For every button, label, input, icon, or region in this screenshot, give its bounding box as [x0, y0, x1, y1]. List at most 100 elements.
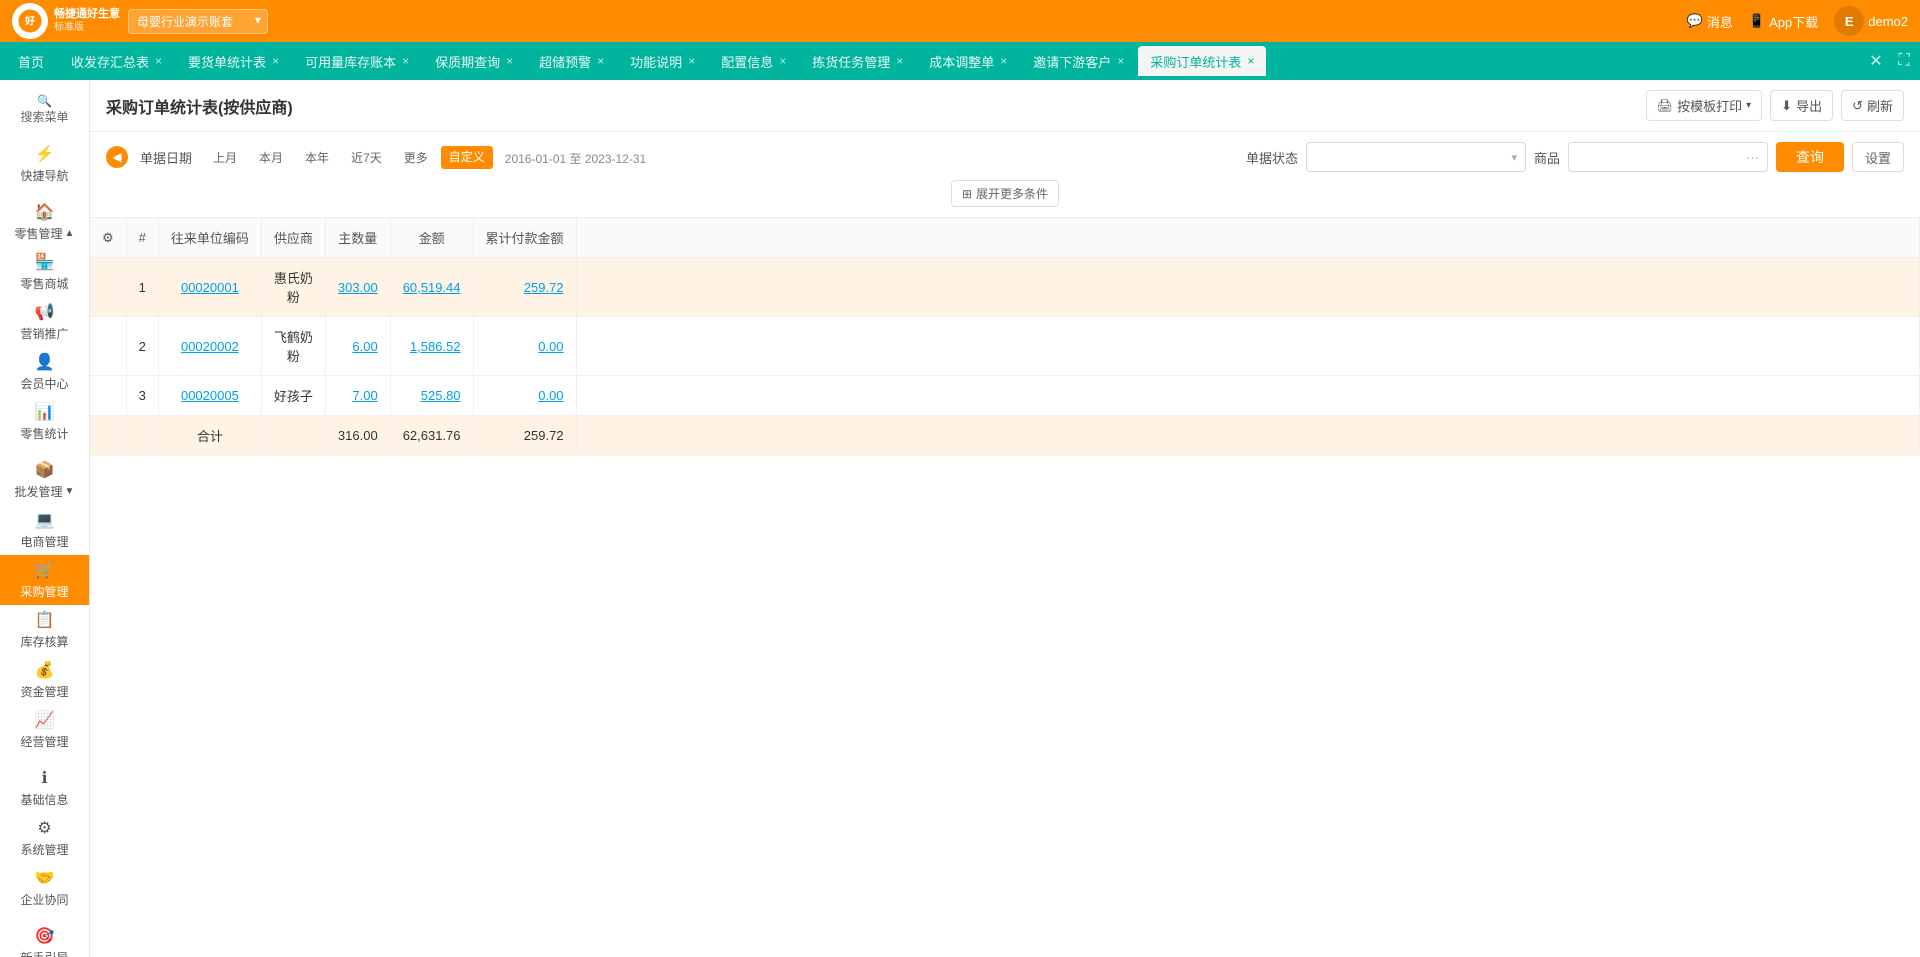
cell-supplier-code[interactable]: 00020002: [158, 317, 261, 376]
tab-home[interactable]: 首页: [4, 52, 58, 71]
sidebar-item-lingshouguan[interactable]: 🏠 零售管理 ▲: [0, 197, 89, 247]
sidebar-item-shortcut[interactable]: ⚡ 快捷导航: [0, 139, 89, 189]
xinshouyindao-icon: 🎯: [35, 926, 55, 946]
goods-more-icon[interactable]: ···: [1746, 150, 1759, 165]
tab-close-baobaoqixianchaxun[interactable]: ×: [506, 54, 513, 68]
user-avatar-area[interactable]: E demo2: [1834, 6, 1908, 36]
tab-peihuorenwuguanli[interactable]: 拣货任务管理 ×: [800, 46, 915, 76]
shortcut-this-month[interactable]: 本月: [250, 146, 292, 169]
cell-gear: [90, 317, 126, 376]
tab-keyongliangkucunzhangben[interactable]: 可用量库存账本 ×: [293, 46, 421, 76]
setting-btn[interactable]: 设置: [1852, 142, 1904, 172]
top-right: 💬 消息 📱 App下载 E demo2: [1687, 6, 1908, 36]
tab-close-peizhi[interactable]: ×: [779, 54, 786, 68]
sidebar: 🔍 搜索菜单 ⚡ 快捷导航 🏠 零售管理 ▲ 🏪 零售商城 📢 营销推广 👤 会…: [0, 80, 90, 957]
template-print-btn[interactable]: 🖨 按模板打印 ▾: [1646, 90, 1763, 121]
workspace-selector[interactable]: 母婴行业演示账套: [128, 9, 268, 34]
cell-cumulative-paid[interactable]: 0.00: [473, 317, 576, 376]
sidebar-item-jichuxinxi[interactable]: ℹ 基础信息: [0, 763, 89, 813]
tab-baobaoqixianchaxun[interactable]: 保质期查询 ×: [423, 46, 525, 76]
tab-chengbentiaozhen[interactable]: 成本调整单 ×: [917, 46, 1019, 76]
refresh-btn[interactable]: ↺ 刷新: [1841, 90, 1904, 121]
sidebar-item-caigouguanli[interactable]: 🛒 采购管理: [0, 555, 89, 605]
cell-spacer: [576, 258, 1919, 317]
tab-shoufahuihzong[interactable]: 收发存汇总表 ×: [59, 46, 174, 76]
cell-amount[interactable]: 1,586.52: [390, 317, 473, 376]
cell-supplier-code[interactable]: 00020005: [158, 376, 261, 416]
cell-cumulative-paid[interactable]: 0.00: [473, 376, 576, 416]
sidebar-item-xinshouyindao[interactable]: 🎯 新手引导: [0, 921, 89, 957]
cell-main-qty[interactable]: 303.00: [325, 258, 390, 317]
tab-close-caigoudantongjibiao[interactable]: ×: [1247, 54, 1254, 68]
status-label: 单据状态: [1246, 148, 1298, 167]
date-shortcuts: 上月 本月 本年 近7天 更多 自定义: [204, 146, 493, 169]
tab-yaohuodantongjibiao[interactable]: 要货单统计表 ×: [176, 46, 291, 76]
cell-main-qty[interactable]: 7.00: [325, 376, 390, 416]
sidebar-item-lingshouchang[interactable]: 🏪 零售商城: [0, 247, 89, 297]
sidebar-item-qiyexietong[interactable]: 🤝 企业协同: [0, 863, 89, 913]
tab-close-keyongliangkucunzhangben[interactable]: ×: [402, 54, 409, 68]
cell-spacer: [576, 376, 1919, 416]
th-cumulative-paid: 累计付款金额: [473, 218, 576, 258]
cell-amount[interactable]: 60,519.44: [390, 258, 473, 317]
tab-close-peihuorenwuguanli[interactable]: ×: [896, 54, 903, 68]
tab-peizhi[interactable]: 配置信息 ×: [709, 46, 798, 76]
cell-index: 1: [126, 258, 158, 317]
tab-close-shoufahuihzong[interactable]: ×: [155, 54, 162, 68]
tab-close-gongnengshuo[interactable]: ×: [688, 54, 695, 68]
sidebar-item-diangshanguanli[interactable]: 💻 电商管理: [0, 505, 89, 555]
nav-close-btn[interactable]: ✕: [1864, 49, 1888, 73]
sidebar-item-kucunhesuan[interactable]: 📋 库存核算: [0, 605, 89, 655]
shortcut-this-year[interactable]: 本年: [296, 146, 338, 169]
download-icon: 📱: [1749, 13, 1765, 29]
cell-cumulative-paid[interactable]: 259.72: [473, 258, 576, 317]
sidebar-item-huiyuanzhongxin[interactable]: 👤 会员中心: [0, 347, 89, 397]
cell-supplier-code[interactable]: 00020001: [158, 258, 261, 317]
collapse-btn[interactable]: ◀: [106, 146, 128, 168]
tab-gongnengshuo[interactable]: 功能说明 ×: [618, 46, 707, 76]
sidebar-item-lingshoutongji[interactable]: 📊 零售统计: [0, 397, 89, 447]
tab-chaochuyujing[interactable]: 超储预警 ×: [527, 46, 616, 76]
date-range-text: 2016-01-01 至 2023-12-31: [505, 150, 646, 167]
tab-close-yaoqingxiayoukehumen[interactable]: ×: [1117, 54, 1124, 68]
expand-more-btn[interactable]: ⊞ 展开更多条件: [951, 180, 1059, 207]
expand-more-wrap: ⊞ 展开更多条件: [106, 180, 1904, 207]
sidebar-item-ziijinguanli[interactable]: 💰 资金管理: [0, 655, 89, 705]
th-gear[interactable]: ⚙: [90, 218, 126, 258]
sidebar-item-jinggyingguanli[interactable]: 📈 经营管理: [0, 705, 89, 755]
arrow-icon: ▲: [65, 228, 75, 239]
query-btn[interactable]: 查询: [1776, 142, 1844, 172]
pifaguanli-icon: 📦: [35, 460, 55, 480]
tab-close-chengbentiaozhen[interactable]: ×: [1000, 54, 1007, 68]
tab-caigoudantongjibiao[interactable]: 采购订单统计表 ×: [1138, 46, 1266, 76]
shortcut-more[interactable]: 更多: [395, 146, 437, 169]
footer-label: 合计: [158, 416, 261, 456]
sidebar-item-xitonguanli[interactable]: ⚙ 系统管理: [0, 813, 89, 863]
date-custom-tag[interactable]: 自定义: [441, 146, 493, 169]
tab-close-yaohuodantongjibiao[interactable]: ×: [272, 54, 279, 68]
tab-yaoqingxiayoukehumen[interactable]: 邀请下游客户 ×: [1021, 46, 1136, 76]
message-btn[interactable]: 💬 消息: [1687, 12, 1733, 31]
cell-amount[interactable]: 525.80: [390, 376, 473, 416]
footer-index: [126, 416, 158, 456]
nav-expand-btn[interactable]: ⛶: [1892, 49, 1916, 73]
tab-close-chaochuyujing[interactable]: ×: [597, 54, 604, 68]
main-layout: 🔍 搜索菜单 ⚡ 快捷导航 🏠 零售管理 ▲ 🏪 零售商城 📢 营销推广 👤 会…: [0, 80, 1920, 957]
sidebar-item-yinxiaotuguan[interactable]: 📢 营销推广: [0, 297, 89, 347]
data-table: ⚙ # 往来单位编码 供应商 主数量 金额 累计付款金额 1 00020001 …: [90, 218, 1920, 456]
logo-icon: 好: [12, 3, 48, 39]
status-select-arrow: ▾: [1511, 151, 1517, 164]
pifa-arrow-icon: ▼: [65, 486, 75, 497]
shortcut-7days[interactable]: 近7天: [342, 146, 391, 169]
app-download-btn[interactable]: 📱 App下载: [1749, 12, 1818, 31]
goods-filter[interactable]: ···: [1568, 142, 1768, 172]
sidebar-item-pifaguanli[interactable]: 📦 批发管理 ▼: [0, 455, 89, 505]
status-select[interactable]: ▾: [1306, 142, 1526, 172]
cell-main-qty[interactable]: 6.00: [325, 317, 390, 376]
sidebar-search[interactable]: 🔍 搜索菜单: [0, 88, 89, 131]
diangshanguanli-icon: 💻: [35, 510, 55, 530]
export-btn[interactable]: ⬇ 导出: [1770, 90, 1833, 121]
shortcut-last-month[interactable]: 上月: [204, 146, 246, 169]
kucunhesuan-icon: 📋: [35, 610, 55, 630]
nav-end-btns: ✕ ⛶: [1864, 49, 1916, 73]
